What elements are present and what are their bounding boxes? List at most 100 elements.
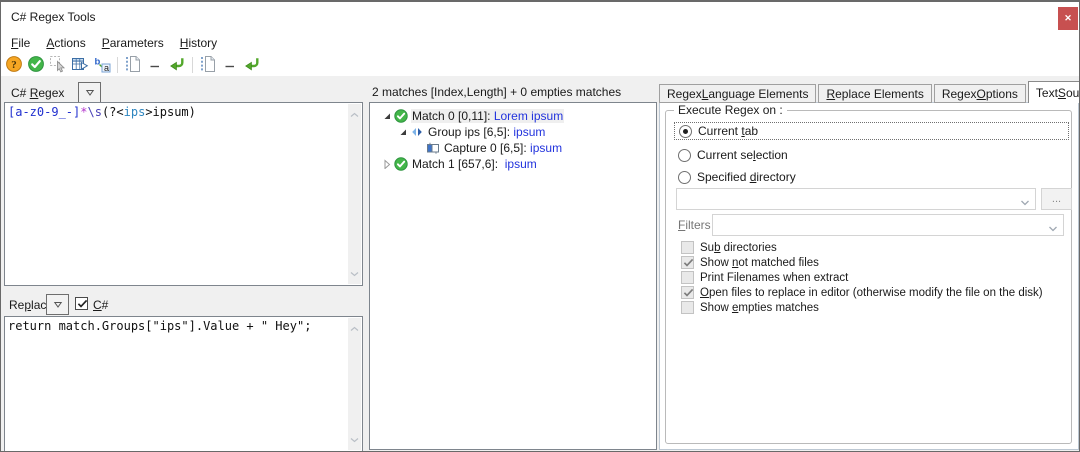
pointer-select-icon (49, 55, 67, 76)
menu-bar: File Actions Parameters History (3, 32, 225, 53)
tree-node-text: Match 0 [0,11]: Lorem ipsum (411, 109, 565, 123)
regex-editor-scrollbar[interactable] (348, 104, 361, 284)
checkbox-row-show-not-matched-files[interactable]: Show not matched files (681, 255, 819, 270)
radio-row-specified-directory[interactable]: Specified directory (674, 168, 796, 186)
checkbox-show-not-matched-files[interactable] (681, 256, 694, 269)
radio-row-current-selection[interactable]: Current selection (674, 146, 788, 164)
matches-summary: 2 matches [Index,Length] + 0 empties mat… (372, 85, 622, 99)
spacer-dash-icon (221, 55, 239, 76)
checkbox-label: Print Filenames when extract (700, 271, 849, 284)
replace-input[interactable]: return match.Groups["ips"].Value + " Hey… (4, 316, 363, 451)
checkbox-row-sub-directories[interactable]: Sub directories (681, 240, 777, 255)
replace-history-dropdown-button[interactable] (46, 294, 69, 315)
expander-open-icon[interactable] (396, 124, 409, 140)
filters-label: Filters (678, 218, 711, 232)
radio-label: Current selection (697, 148, 788, 162)
menu-parameters[interactable]: Parameters (94, 34, 172, 52)
toolbar-select-button[interactable] (49, 55, 67, 76)
tree-row[interactable]: Match 0 [0,11]: Lorem ipsum (370, 108, 656, 124)
scroll-up-icon[interactable] (350, 321, 359, 336)
regex-label: C# Regex (11, 86, 65, 100)
checkbox-print-filenames-when-extract[interactable] (681, 271, 694, 284)
tree-node-text: Group ips [6,5]: ipsum (427, 125, 546, 139)
checkbox-open-files-to-replace-in-editor-otherwise-modify-the-file-on-the-disk[interactable] (681, 286, 694, 299)
expander-slot (412, 140, 425, 156)
radio-current-selection[interactable] (678, 148, 691, 162)
toolbar-doc-button[interactable] (124, 55, 142, 74)
toolbar-run-button[interactable] (27, 55, 45, 76)
toolbar-ret-button[interactable] (168, 56, 186, 74)
title-bar: C# Regex Tools ✕ (1, 2, 1079, 32)
scroll-down-icon[interactable] (350, 432, 359, 447)
toolbar-separator (117, 57, 118, 73)
radio-label: Specified directory (697, 170, 796, 184)
groupbox-title: Execute Regex on : (674, 103, 787, 117)
checkbox-row-print-filenames-when-extract[interactable]: Print Filenames when extract (681, 270, 848, 285)
paste-document-icon (199, 55, 217, 76)
radio-current-tab[interactable] (679, 124, 692, 138)
tab-replace-elements[interactable]: Replace Elements (818, 84, 932, 103)
browse-directory-button[interactable]: ... (1041, 188, 1072, 210)
checkbox-show-empties-matches[interactable] (681, 301, 694, 314)
toolbar-dash-button[interactable] (221, 56, 239, 74)
export-table-icon (71, 55, 89, 76)
toolbar-rename-button[interactable]: ba (93, 56, 111, 74)
tree-node-value: ipsum (510, 125, 546, 139)
toolbar-dash-button[interactable] (146, 56, 164, 74)
checkbox-label: Open files to replace in editor (otherwi… (700, 286, 1043, 299)
filters-combobox[interactable] (712, 214, 1064, 236)
tree-row[interactable]: Match 1 [657,6]: ipsum (370, 156, 656, 172)
tree-node-value: ipsum (498, 157, 537, 171)
scroll-up-icon[interactable] (350, 107, 359, 122)
regex-input[interactable]: [a-z0-9_-]*\s(?<ips>ipsum) (4, 102, 363, 286)
tree-node-value: ipsum (526, 141, 563, 155)
tree-node-value: Lorem ipsum (490, 109, 564, 123)
close-button[interactable]: ✕ (1058, 7, 1078, 30)
replace-editor-scrollbar[interactable] (348, 318, 361, 450)
insert-newline-icon (168, 55, 186, 76)
menu-file[interactable]: File (3, 34, 38, 52)
regex-pattern-text: [a-z0-9_-]*\s(?<ips>ipsum) (8, 105, 196, 119)
menu-history[interactable]: History (172, 34, 225, 52)
replace-code-text: return match.Groups["ips"].Value + " Hey… (8, 319, 312, 333)
close-icon: ✕ (1064, 13, 1072, 23)
tree-node-label: Capture 0 [6,5]: (444, 141, 527, 155)
toolbar: ? b a (1, 54, 261, 76)
radio-selected-dot (683, 128, 688, 134)
toolbar-separator (192, 57, 193, 73)
tab-regex-options[interactable]: Regex Options (933, 84, 1026, 103)
toolbar-ret-button[interactable] (243, 56, 261, 74)
regex-history-dropdown-button[interactable] (78, 82, 101, 103)
app-window: C# Regex Tools ✕ File Actions Parameters Hi… (0, 0, 1080, 452)
expander-closed-icon[interactable] (380, 156, 393, 172)
spacer-dash-icon (146, 55, 164, 76)
toolbar-help-button[interactable]: ? (5, 55, 23, 74)
tree-row[interactable]: Capture 0 [6,5]: ipsum (370, 140, 656, 156)
execute-regex-groupbox: Execute Regex on : Current tab Current se… (665, 103, 1072, 444)
match-icon (394, 157, 408, 171)
radio-row-current-tab[interactable]: Current tab (674, 122, 1069, 140)
checkbox-label: Sub directories (700, 241, 777, 254)
checkbox-row-show-empties-matches[interactable]: Show empties matches (681, 300, 819, 315)
toolbar-doc-button[interactable] (199, 55, 217, 76)
checkbox-sub-directories[interactable] (681, 241, 694, 254)
tree-node-text: Capture 0 [6,5]: ipsum (443, 141, 563, 155)
chevron-down-icon (53, 298, 63, 312)
csharp-checkbox-label: C# (93, 298, 109, 312)
checkbox-row-open-files-to-replace-in-editor-otherwise-modify-the-file-on-the-disk[interactable]: Open files to replace in editor (otherwi… (681, 285, 1043, 300)
radio-label: Current tab (698, 124, 759, 138)
tree-row[interactable]: Group ips [6,5]: ipsum (370, 124, 656, 140)
rename-ba-icon: ba (93, 55, 111, 76)
tab-regex-language-elements[interactable]: Regex Language Elements (659, 84, 817, 103)
menu-actions[interactable]: Actions (38, 34, 93, 52)
group-icon (410, 125, 424, 139)
expander-open-icon[interactable] (380, 108, 393, 124)
csharp-replace-checkbox[interactable] (75, 297, 88, 310)
run-regex-icon (27, 55, 45, 76)
directory-combobox[interactable] (676, 188, 1036, 210)
radio-specified-directory[interactable] (678, 170, 691, 184)
toolbar-export-button[interactable] (71, 56, 89, 74)
capture-icon (426, 141, 440, 155)
tab-text-source[interactable]: Text Source (1027, 81, 1079, 103)
scroll-down-icon[interactable] (350, 266, 359, 281)
